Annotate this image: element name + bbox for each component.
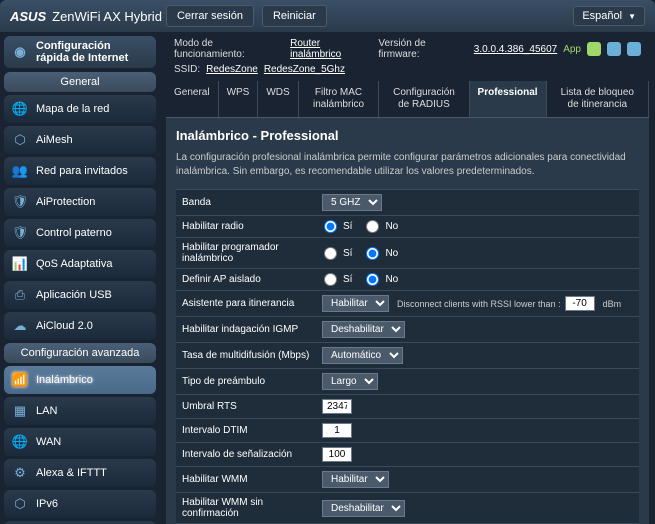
sidebar-item-aiprotection[interactable]: 🛡AiProtection: [4, 188, 156, 216]
mode-label: Modo de funcionamiento:: [174, 38, 284, 60]
rssi-input[interactable]: [565, 296, 595, 311]
menu-icon: ☁: [12, 318, 28, 334]
tab-wps[interactable]: WPS: [219, 81, 259, 117]
language-select[interactable]: Español ▼: [573, 6, 645, 26]
apiso-label: Definir AP aislado: [182, 274, 322, 285]
tab-configuraci-n-de-radius[interactable]: Configuración de RADIUS: [379, 81, 469, 117]
roam-label: Asistente para itinerancia: [182, 298, 322, 309]
top-bar: ASUS ZenWiFi AX Hybrid Cerrar sesión Rei…: [0, 0, 655, 32]
menu-icon: ⬡: [12, 132, 28, 148]
gauge-icon: ◉: [12, 44, 28, 60]
tab-bar: GeneralWPSWDSFiltro MAC inalámbricoConfi…: [166, 81, 649, 118]
tab-filtro-mac-inal-mbrico[interactable]: Filtro MAC inalámbrico: [299, 81, 380, 117]
category-general: General: [4, 72, 156, 92]
mcast-select[interactable]: Automático: [322, 347, 403, 364]
logout-button[interactable]: Cerrar sesión: [166, 5, 254, 27]
sidebar-item-control-paterno[interactable]: 🛡Control paterno: [4, 219, 156, 247]
radio-no[interactable]: [366, 220, 379, 233]
menu-icon: 🛡: [12, 194, 28, 210]
menu-icon: 📶: [12, 372, 28, 388]
sidebar-item-inal-mbrico[interactable]: 📶Inalámbrico: [4, 366, 156, 394]
sched-yes[interactable]: [324, 247, 337, 260]
wmm-label: Habilitar WMM: [182, 474, 322, 485]
menu-icon: 📊: [12, 256, 28, 272]
sidebar: ◉ Configuración rápida de Internet Gener…: [0, 32, 160, 524]
logo: ASUS: [10, 9, 46, 24]
apiso-yes[interactable]: [324, 273, 337, 286]
menu-icon: ⚙: [12, 465, 28, 481]
fw-label: Versión de firmware:: [378, 38, 467, 60]
dtim-input[interactable]: [322, 423, 352, 438]
radio-label: Habilitar radio: [182, 221, 322, 232]
category-advanced: Configuración avanzada: [4, 343, 156, 363]
wmm-select[interactable]: Habilitar: [322, 471, 389, 488]
menu-icon: ⎙: [12, 287, 28, 303]
tab-professional[interactable]: Professional: [470, 81, 547, 117]
igmp-label: Habilitar indagación IGMP: [182, 324, 322, 335]
ssid-label: SSID:: [174, 64, 200, 75]
reboot-button[interactable]: Reiniciar: [262, 5, 327, 27]
model-name: ZenWiFi AX Hybrid: [52, 9, 162, 24]
dtim-label: Intervalo DTIM: [182, 425, 322, 436]
wmm-noack-label: Habilitar WMM sin confirmación: [182, 497, 322, 519]
sched-no[interactable]: [366, 247, 379, 260]
mcast-label: Tasa de multidifusión (Mbps): [182, 350, 322, 361]
sidebar-item-lan[interactable]: ▦LAN: [4, 397, 156, 425]
rts-label: Umbral RTS: [182, 401, 322, 412]
tab-general[interactable]: General: [166, 81, 219, 117]
wmm-noack-select[interactable]: Deshabilitar: [322, 500, 405, 517]
sidebar-item-aimesh[interactable]: ⬡AiMesh: [4, 126, 156, 154]
menu-icon: ▦: [12, 403, 28, 419]
main-panel: Modo de funcionamiento: Router inalámbri…: [160, 32, 655, 524]
menu-icon: ⬡: [12, 496, 28, 512]
rts-input[interactable]: [322, 399, 352, 414]
fw-link[interactable]: 3.0.0.4.386_45607: [474, 44, 557, 55]
beacon-input[interactable]: [322, 447, 352, 462]
roam-select[interactable]: Habilitar: [322, 295, 389, 312]
tab-lista-de-bloqueo-de-itinerancia[interactable]: Lista de bloqueo de itinerancia: [547, 81, 649, 117]
mode-link[interactable]: Router inalámbrico: [290, 38, 372, 60]
menu-icon: 🛡: [12, 225, 28, 241]
sidebar-item-wan[interactable]: 🌐WAN: [4, 428, 156, 456]
panel-desc: La configuración profesional inalámbrica…: [176, 151, 639, 179]
panel-title: Inalámbrico - Professional: [176, 128, 639, 143]
band-label: Banda: [182, 197, 322, 208]
tab-wds[interactable]: WDS: [258, 81, 298, 117]
ssid1[interactable]: RedesZone: [206, 64, 258, 75]
connect-icon[interactable]: [607, 42, 621, 56]
quick-setup-button[interactable]: ◉ Configuración rápida de Internet: [4, 36, 156, 68]
share-icon[interactable]: [627, 42, 641, 56]
sched-label: Habilitar programador inalámbrico: [182, 242, 322, 264]
apiso-no[interactable]: [366, 273, 379, 286]
menu-icon: 🌐: [12, 101, 28, 117]
ssid2[interactable]: RedesZone_5Ghz: [264, 64, 345, 75]
sidebar-item-red-para-invitados[interactable]: 👥Red para invitados: [4, 157, 156, 185]
chevron-down-icon: ▼: [628, 12, 636, 21]
sidebar-item-alexa-ifttt[interactable]: ⚙Alexa & IFTTT: [4, 459, 156, 487]
menu-icon: 🌐: [12, 434, 28, 450]
radio-yes[interactable]: [324, 220, 337, 233]
preamble-select[interactable]: Largo: [322, 373, 378, 390]
igmp-select[interactable]: Deshabilitar: [322, 321, 405, 338]
menu-icon: 👥: [12, 163, 28, 179]
band-select[interactable]: 5 GHZ: [322, 194, 382, 211]
app-label[interactable]: App: [563, 44, 581, 55]
sidebar-item-ipv6[interactable]: ⬡IPv6: [4, 490, 156, 518]
sidebar-item-aplicaci-n-usb[interactable]: ⎙Aplicación USB: [4, 281, 156, 309]
beacon-label: Intervalo de señalización: [182, 449, 322, 460]
app-icon[interactable]: [587, 42, 601, 56]
sidebar-item-qos-adaptativa[interactable]: 📊QoS Adaptativa: [4, 250, 156, 278]
sidebar-item-mapa-de-la-red[interactable]: 🌐Mapa de la red: [4, 95, 156, 123]
preamble-label: Tipo de preámbulo: [182, 376, 322, 387]
sidebar-item-aicloud-2-0[interactable]: ☁AiCloud 2.0: [4, 312, 156, 340]
